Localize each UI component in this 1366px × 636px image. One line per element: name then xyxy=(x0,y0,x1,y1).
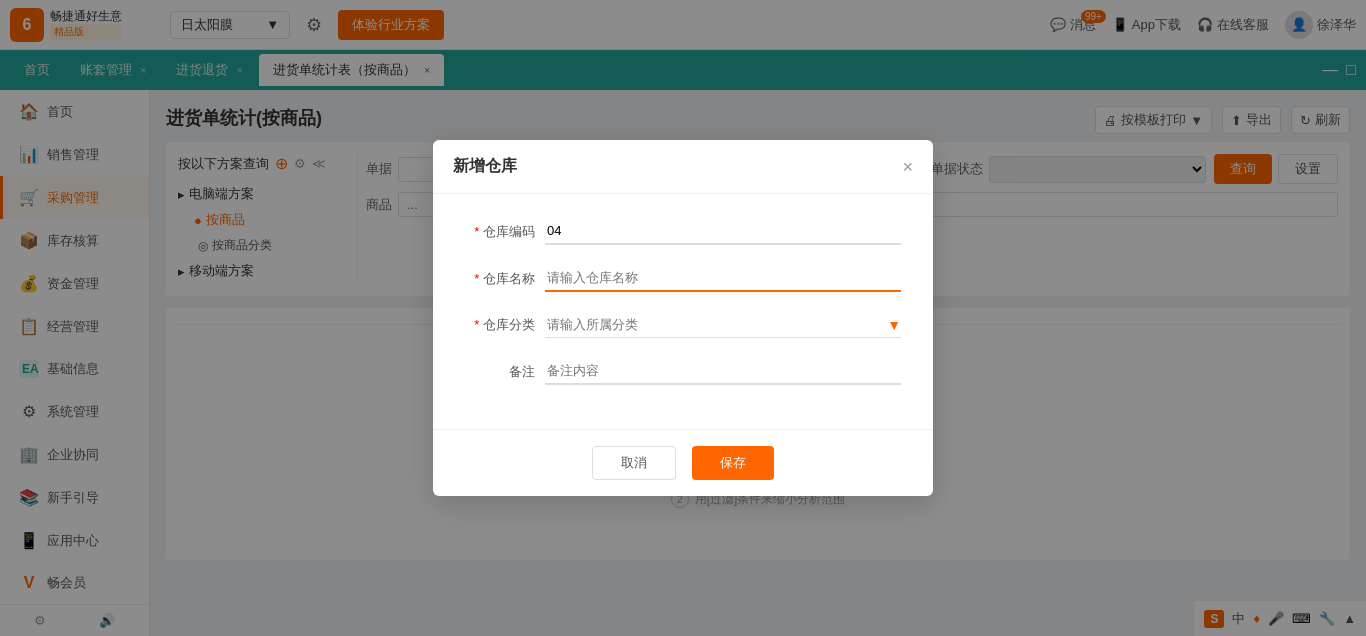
cancel-button[interactable]: 取消 xyxy=(592,446,676,480)
category-label: 仓库分类 xyxy=(465,316,545,334)
category-chevron-icon: ▼ xyxy=(887,317,901,333)
save-button[interactable]: 保存 xyxy=(692,446,774,480)
new-warehouse-dialog: 新增仓库 × 仓库编码 仓库名称 仓库分类 ▼ xyxy=(433,140,933,496)
note-input[interactable] xyxy=(545,358,901,385)
dialog-overlay[interactable]: 新增仓库 × 仓库编码 仓库名称 仓库分类 ▼ xyxy=(0,0,1366,636)
category-input[interactable] xyxy=(545,312,887,337)
form-item-code: 仓库编码 xyxy=(465,218,901,245)
name-label: 仓库名称 xyxy=(465,270,545,288)
dialog-close-button[interactable]: × xyxy=(902,158,913,176)
category-select-wrapper[interactable]: ▼ xyxy=(545,312,901,338)
form-item-category: 仓库分类 ▼ xyxy=(465,312,901,338)
dialog-body: 仓库编码 仓库名称 仓库分类 ▼ 备注 xyxy=(433,194,933,429)
dialog-footer: 取消 保存 xyxy=(433,429,933,496)
form-item-name: 仓库名称 xyxy=(465,265,901,292)
code-label: 仓库编码 xyxy=(465,223,545,241)
name-input[interactable] xyxy=(545,265,901,292)
dialog-header: 新增仓库 × xyxy=(433,140,933,194)
form-item-note: 备注 xyxy=(465,358,901,385)
note-label: 备注 xyxy=(465,363,545,381)
dialog-title: 新增仓库 xyxy=(453,156,517,177)
code-input[interactable] xyxy=(545,218,901,245)
